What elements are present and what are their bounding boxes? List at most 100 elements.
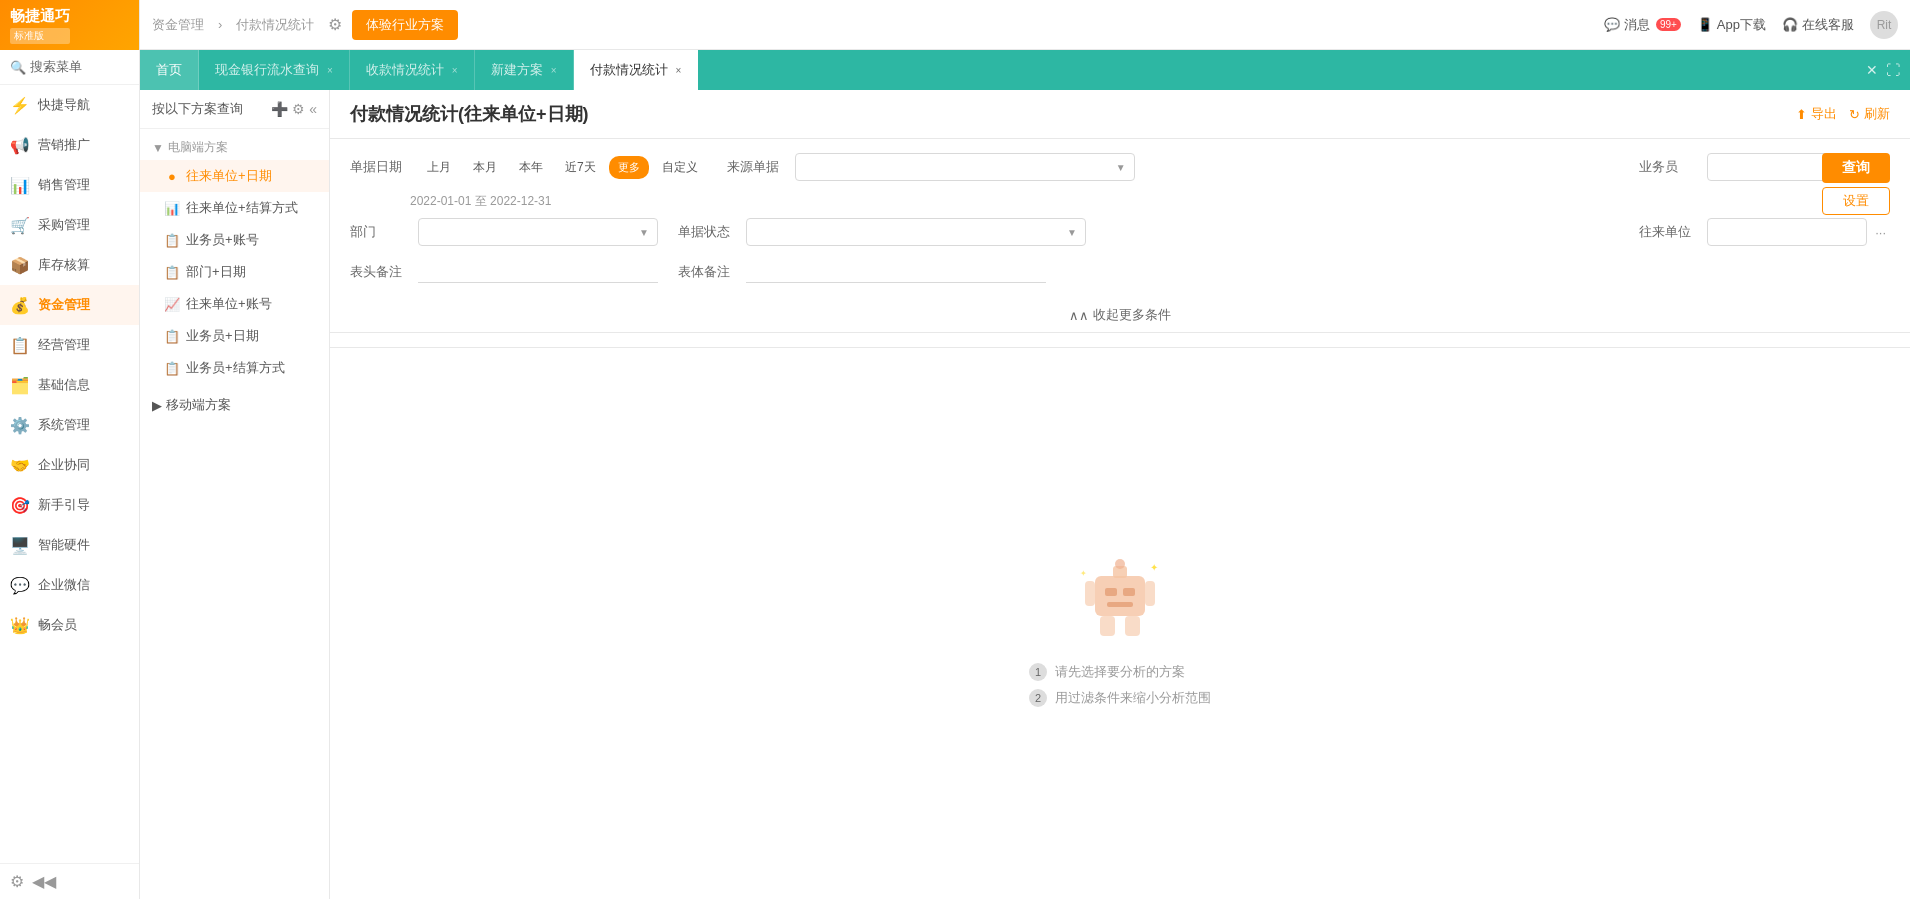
schema-active-icon: ● (164, 168, 180, 184)
filter-row-1: 单据日期 上月 本月 本年 近7天 更多 自定义 (350, 153, 1890, 181)
sidebar-item-label: 畅会员 (38, 616, 77, 634)
svg-rect-8 (1100, 616, 1115, 636)
schema-item-counterpart-account[interactable]: 📈 往来单位+账号 (140, 288, 329, 320)
sidebar-item-enterprise[interactable]: 🤝 企业协同 (0, 445, 139, 485)
source-select-arrow: ▼ (1116, 162, 1126, 173)
sidebar-item-system[interactable]: ⚙️ 系统管理 (0, 405, 139, 445)
counterpart-select[interactable] (1707, 218, 1867, 246)
tab-bank-flow[interactable]: 现金银行流水查询 × (199, 50, 350, 90)
tab-bank-flow-close[interactable]: × (327, 65, 333, 76)
date-option-custom[interactable]: 自定义 (653, 155, 707, 180)
settings-button[interactable]: 设置 (1822, 187, 1890, 215)
expand-arrow: ▼ (152, 141, 164, 155)
tab-collection-stats[interactable]: 收款情况统计 × (350, 50, 475, 90)
sidebar-item-member[interactable]: 👑 畅会员 (0, 605, 139, 645)
add-schema-btn[interactable]: ➕ (271, 101, 288, 117)
operations-icon: 📋 (10, 335, 30, 355)
app-name: 畅捷通巧 (10, 7, 70, 26)
hint-num-2: 2 (1029, 689, 1047, 707)
tab-payment-stats-label: 付款情况统计 (590, 61, 668, 79)
tabbar: 首页 现金银行流水查询 × 收款情况统计 × 新建方案 × 付款情况统计 × ✕… (140, 50, 1910, 90)
docstatus-filter-label: 单据状态 (678, 218, 738, 246)
tab-new-schema-close[interactable]: × (551, 65, 557, 76)
header-note-label: 表头备注 (350, 258, 410, 286)
collapse-more-btn[interactable]: ∧∧ 收起更多条件 (1069, 306, 1171, 324)
schema-label: 往来单位+账号 (186, 295, 272, 313)
collapse-btn-label: 收起更多条件 (1093, 306, 1171, 324)
sidebar-item-operations[interactable]: 📋 经营管理 (0, 325, 139, 365)
dept-select[interactable]: ▼ (418, 218, 658, 246)
filter-row-3: 表头备注 表体备注 (350, 258, 1890, 286)
app-download-btn[interactable]: 📱 App下载 (1697, 16, 1766, 34)
tab-payment-stats-close[interactable]: × (676, 65, 682, 76)
sidebar-item-newbie[interactable]: 🎯 新手引导 (0, 485, 139, 525)
schema-bar-icon: 📈 (164, 296, 180, 312)
user-avatar[interactable]: Rit (1870, 11, 1898, 39)
sales-icon: 📊 (10, 175, 30, 195)
query-button[interactable]: 查询 (1822, 153, 1890, 183)
trial-btn[interactable]: 体验行业方案 (352, 10, 458, 40)
sidebar-item-marketing[interactable]: 📢 营销推广 (0, 125, 139, 165)
date-filter-label: 单据日期 (350, 153, 410, 181)
left-panel-title: 按以下方案查询 (152, 100, 243, 118)
export-btn[interactable]: ⬆ 导出 (1796, 105, 1837, 123)
newbie-icon: 🎯 (10, 495, 30, 515)
schema-item-counterpart-settlement[interactable]: 📊 往来单位+结算方式 (140, 192, 329, 224)
message-btn[interactable]: 💬 消息 99+ (1604, 16, 1681, 34)
sidebar-menu: ⚡ 快捷导航 📢 营销推广 📊 销售管理 🛒 采购管理 📦 库存核算 💰 资金管… (0, 85, 139, 863)
settings-footer-btn[interactable]: ⚙ (10, 872, 24, 891)
date-option-this-month[interactable]: 本月 (464, 155, 506, 180)
sidebar-item-sales[interactable]: 📊 销售管理 (0, 165, 139, 205)
tab-collection-stats-close[interactable]: × (452, 65, 458, 76)
schema-label: 业务员+账号 (186, 231, 259, 249)
date-option-more[interactable]: 更多 (609, 156, 649, 179)
schema-item-dept-date[interactable]: 📋 部门+日期 (140, 256, 329, 288)
sidebar-item-label: 库存核算 (38, 256, 90, 274)
avatar-text: Rit (1877, 18, 1892, 32)
tab-payment-stats[interactable]: 付款情况统计 × (574, 50, 699, 90)
mobile-section[interactable]: ▶ 移动端方案 (140, 390, 329, 420)
header-note-input[interactable] (418, 261, 658, 283)
close-all-tabs-btn[interactable]: ✕ (1866, 62, 1878, 78)
schema-settings-btn[interactable]: ⚙ (292, 101, 305, 117)
empty-hint-2: 2 用过滤条件来缩小分析范围 (1029, 689, 1211, 707)
schema-item-counterpart-date[interactable]: ● 往来单位+日期 (140, 160, 329, 192)
collapse-sidebar-btn[interactable]: ◀◀ (32, 872, 56, 891)
date-options: 上月 本月 本年 近7天 更多 自定义 (418, 155, 707, 180)
svg-text:✦: ✦ (1150, 562, 1158, 573)
sidebar-item-capital[interactable]: 💰 资金管理 (0, 285, 139, 325)
body-note-input[interactable] (746, 261, 1046, 283)
topbar-gear-btn[interactable]: ⚙ (328, 15, 342, 34)
tab-new-schema[interactable]: 新建方案 × (475, 50, 574, 90)
sidebar-item-label: 系统管理 (38, 416, 90, 434)
app-version: 标准版 (10, 28, 70, 44)
tab-home[interactable]: 首页 (140, 50, 199, 90)
sidebar-item-purchase[interactable]: 🛒 采购管理 (0, 205, 139, 245)
svg-rect-6 (1085, 581, 1095, 606)
sidebar-item-hardware[interactable]: 🖥️ 智能硬件 (0, 525, 139, 565)
sidebar-item-quick-nav[interactable]: ⚡ 快捷导航 (0, 85, 139, 125)
schema-item-staff-account[interactable]: 📋 业务员+账号 (140, 224, 329, 256)
online-service-btn[interactable]: 🎧 在线客服 (1782, 16, 1854, 34)
date-option-last-month[interactable]: 上月 (418, 155, 460, 180)
schema-item-staff-settlement[interactable]: 📋 业务员+结算方式 (140, 352, 329, 384)
member-icon: 👑 (10, 615, 30, 635)
source-select[interactable]: ▼ (795, 153, 1135, 181)
schema-item-staff-date[interactable]: 📋 业务员+日期 (140, 320, 329, 352)
sidebar-search[interactable]: 🔍 搜索菜单 (0, 50, 139, 85)
sidebar-item-basic-info[interactable]: 🗂️ 基础信息 (0, 365, 139, 405)
app-download-label: App下载 (1717, 16, 1766, 34)
hint-text-2: 用过滤条件来缩小分析范围 (1055, 689, 1211, 707)
collapse-panel-btn[interactable]: « (309, 101, 317, 117)
docstatus-select-arrow: ▼ (1067, 227, 1077, 238)
counterpart-more-btn[interactable]: ··· (1871, 225, 1890, 240)
sidebar-item-wechat[interactable]: 💬 企业微信 (0, 565, 139, 605)
date-option-this-year[interactable]: 本年 (510, 155, 552, 180)
sidebar-item-inventory[interactable]: 📦 库存核算 (0, 245, 139, 285)
date-option-7days[interactable]: 近7天 (556, 155, 605, 180)
fullscreen-btn[interactable]: ⛶ (1886, 62, 1900, 78)
marketing-icon: 📢 (10, 135, 30, 155)
refresh-btn[interactable]: ↻ 刷新 (1849, 105, 1890, 123)
docstatus-select[interactable]: ▼ (746, 218, 1086, 246)
export-label: 导出 (1811, 105, 1837, 123)
